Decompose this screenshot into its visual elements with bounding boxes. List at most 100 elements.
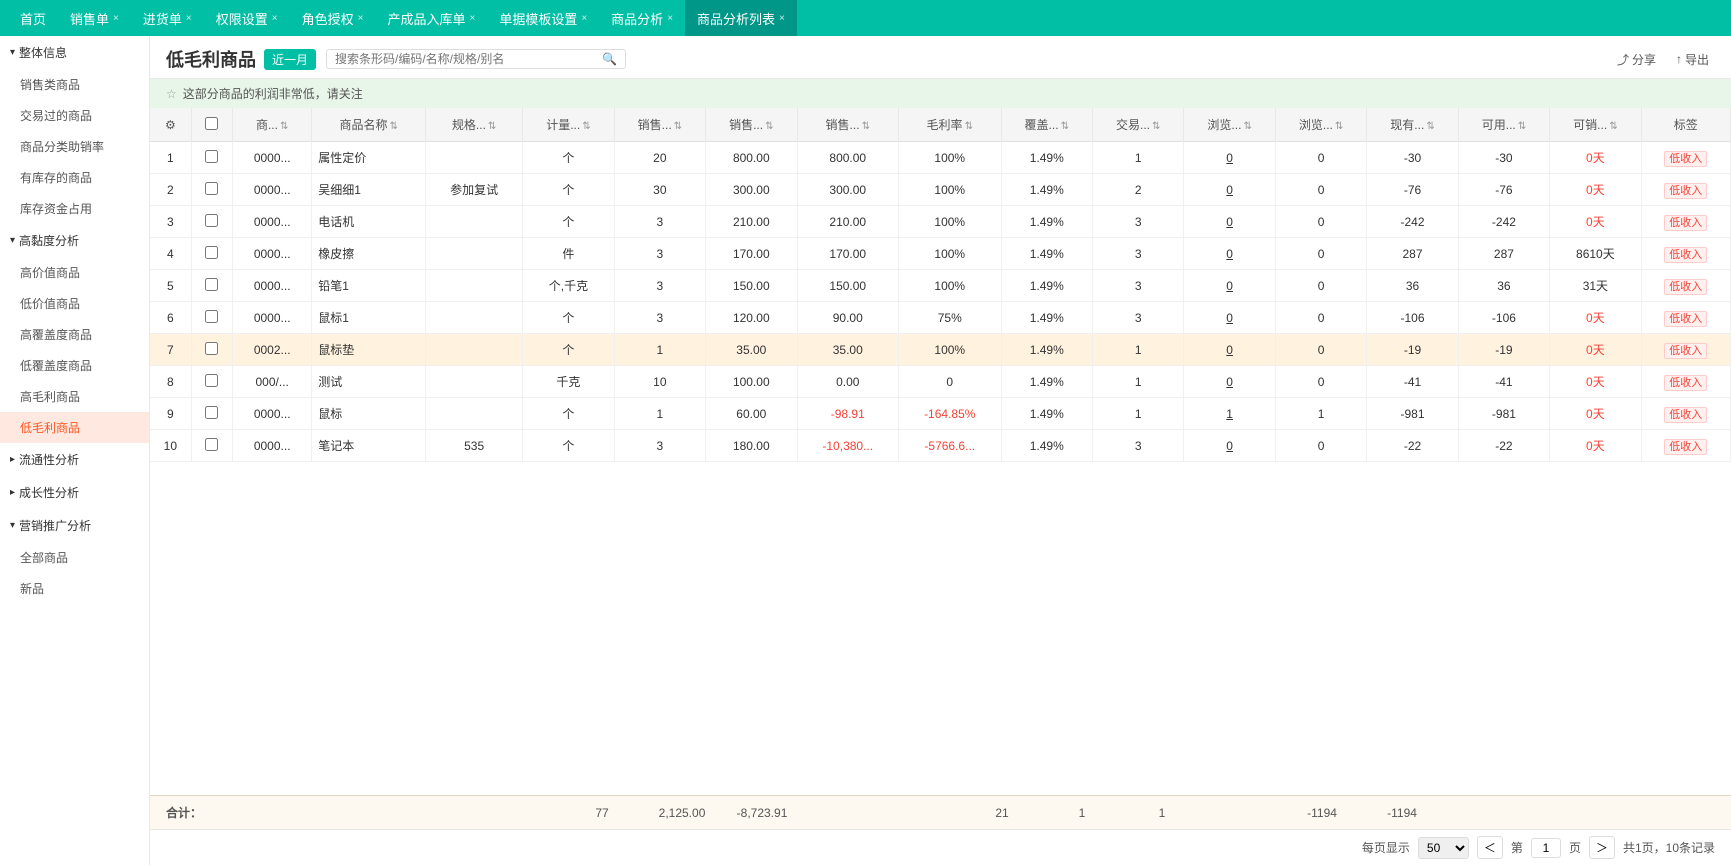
sidebar-item-stock-capital[interactable]: 库存资金占用 (0, 193, 149, 224)
cell-checkbox[interactable] (191, 334, 232, 366)
view1-link[interactable]: 0 (1226, 311, 1233, 325)
sidebar-section-circulation[interactable]: ▸ 流通性分析 (0, 443, 149, 476)
cell-checkbox[interactable] (191, 398, 232, 430)
next-page-button[interactable]: ＞ (1589, 836, 1615, 859)
nav-product-analysis[interactable]: 商品分析 × (599, 0, 685, 36)
col-settings[interactable]: ⚙ (150, 108, 191, 142)
view1-link[interactable]: 0 (1226, 151, 1233, 165)
nav-product-entry[interactable]: 产成品入库单 × (375, 0, 487, 36)
cell-sales-profit: 300.00 (797, 174, 898, 206)
page-header: 低毛利商品 近一月 🔍 ⤴ 分享 ↑ 导出 (150, 36, 1731, 79)
cell-available: -19 (1458, 334, 1549, 366)
cell-view1[interactable]: 0 (1184, 302, 1275, 334)
close-icon[interactable]: × (186, 13, 192, 24)
sidebar-item-low-value[interactable]: 低价值商品 (0, 288, 149, 319)
cell-view1[interactable]: 0 (1184, 430, 1275, 462)
cell-checkbox[interactable] (191, 142, 232, 174)
export-button[interactable]: ↑ 导出 (1670, 49, 1715, 70)
view1-link[interactable]: 0 (1226, 183, 1233, 197)
cell-checkbox[interactable] (191, 206, 232, 238)
row-checkbox[interactable] (205, 310, 218, 323)
close-icon[interactable]: × (358, 13, 364, 24)
view1-link[interactable]: 0 (1226, 439, 1233, 453)
view1-link[interactable]: 0 (1226, 215, 1233, 229)
cell-checkbox[interactable] (191, 174, 232, 206)
cell-checkbox[interactable] (191, 302, 232, 334)
view1-link[interactable]: 0 (1226, 343, 1233, 357)
sidebar-item-high-value[interactable]: 高价值商品 (0, 257, 149, 288)
nav-product-analysis-list[interactable]: 商品分析列表 × (685, 0, 797, 36)
row-checkbox[interactable] (205, 438, 218, 451)
cell-view1[interactable]: 0 (1184, 334, 1275, 366)
sidebar-section-viscosity[interactable]: ▾ 高黏度分析 (0, 224, 149, 257)
sidebar-item-category-rate[interactable]: 商品分类助销率 (0, 131, 149, 162)
row-checkbox[interactable] (205, 214, 218, 227)
share-button[interactable]: ⤴ 分享 (1611, 49, 1662, 70)
row-checkbox[interactable] (205, 278, 218, 291)
cell-checkbox[interactable] (191, 270, 232, 302)
sidebar-item-stocked[interactable]: 有库存的商品 (0, 162, 149, 193)
nav-permission[interactable]: 权限设置 × (204, 0, 290, 36)
cell-view1[interactable]: 0 (1184, 206, 1275, 238)
sidebar-section-marketing[interactable]: ▾ 营销推广分析 (0, 509, 149, 542)
page-input[interactable] (1531, 838, 1561, 858)
nav-template[interactable]: 单据模板设置 × (487, 0, 599, 36)
row-checkbox[interactable] (205, 182, 218, 195)
close-icon[interactable]: × (113, 13, 119, 24)
cell-tag: 低收入 (1641, 398, 1730, 430)
row-checkbox[interactable] (205, 342, 218, 355)
search-input[interactable] (335, 52, 598, 66)
view1-link[interactable]: 1 (1226, 407, 1233, 421)
cell-checkbox[interactable] (191, 238, 232, 270)
per-page-select[interactable]: 50 100 200 (1418, 837, 1469, 859)
cell-view1[interactable]: 0 (1184, 366, 1275, 398)
sidebar-item-traded-products[interactable]: 交易过的商品 (0, 100, 149, 131)
cell-no: 6 (150, 302, 191, 334)
view1-link[interactable]: 0 (1226, 247, 1233, 261)
close-icon[interactable]: × (469, 13, 475, 24)
row-checkbox[interactable] (205, 374, 218, 387)
nav-sales-order[interactable]: 销售单 × (58, 0, 131, 36)
search-icon[interactable]: 🔍 (602, 52, 617, 66)
sidebar-section-growth[interactable]: ▸ 成长性分析 (0, 476, 149, 509)
cell-view1[interactable]: 0 (1184, 142, 1275, 174)
sidebar: ▾ 整体信息 销售类商品 交易过的商品 商品分类助销率 有库存的商品 库存资金占… (0, 36, 150, 865)
cell-saleable: 8610天 (1550, 238, 1641, 270)
cell-view1[interactable]: 0 (1184, 174, 1275, 206)
close-icon[interactable]: × (581, 13, 587, 24)
close-icon[interactable]: × (272, 13, 278, 24)
prev-page-button[interactable]: ＜ (1477, 836, 1503, 859)
cell-view1[interactable]: 0 (1184, 238, 1275, 270)
cell-view1[interactable]: 1 (1184, 398, 1275, 430)
sidebar-item-new-products[interactable]: 新品 (0, 573, 149, 604)
select-all-checkbox[interactable] (205, 117, 218, 130)
col-checkbox[interactable] (191, 108, 232, 142)
close-icon[interactable]: × (667, 13, 673, 24)
row-checkbox[interactable] (205, 406, 218, 419)
tag-badge: 低收入 (1664, 343, 1707, 359)
sidebar-item-high-margin[interactable]: 高毛利商品 (0, 381, 149, 412)
sidebar-item-all-products[interactable]: 全部商品 (0, 542, 149, 573)
close-icon[interactable]: × (779, 13, 785, 24)
sidebar-item-low-coverage[interactable]: 低覆盖度商品 (0, 350, 149, 381)
period-button[interactable]: 近一月 (264, 49, 316, 70)
sidebar-section-overall[interactable]: ▾ 整体信息 (0, 36, 149, 69)
cell-view1[interactable]: 0 (1184, 270, 1275, 302)
cell-trade: 1 (1092, 398, 1183, 430)
row-checkbox[interactable] (205, 246, 218, 259)
cell-saleable: 0天 (1550, 174, 1641, 206)
nav-home[interactable]: 首页 (8, 0, 58, 36)
sidebar-item-sales-products[interactable]: 销售类商品 (0, 69, 149, 100)
view1-link[interactable]: 0 (1226, 279, 1233, 293)
sidebar-item-high-coverage[interactable]: 高覆盖度商品 (0, 319, 149, 350)
nav-purchase-order[interactable]: 进货单 × (131, 0, 204, 36)
cell-checkbox[interactable] (191, 430, 232, 462)
view1-link[interactable]: 0 (1226, 375, 1233, 389)
col-unit: 计量...⇅ (523, 108, 614, 142)
row-checkbox[interactable] (205, 150, 218, 163)
footer-cells: 77 2,125.00 -8,723.91 21 1 1 -1194 -1194 (222, 806, 1715, 820)
nav-role-auth[interactable]: 角色授权 × (290, 0, 376, 36)
cell-checkbox[interactable] (191, 366, 232, 398)
cell-no: 5 (150, 270, 191, 302)
sidebar-item-low-margin[interactable]: 低毛利商品 (0, 412, 149, 443)
